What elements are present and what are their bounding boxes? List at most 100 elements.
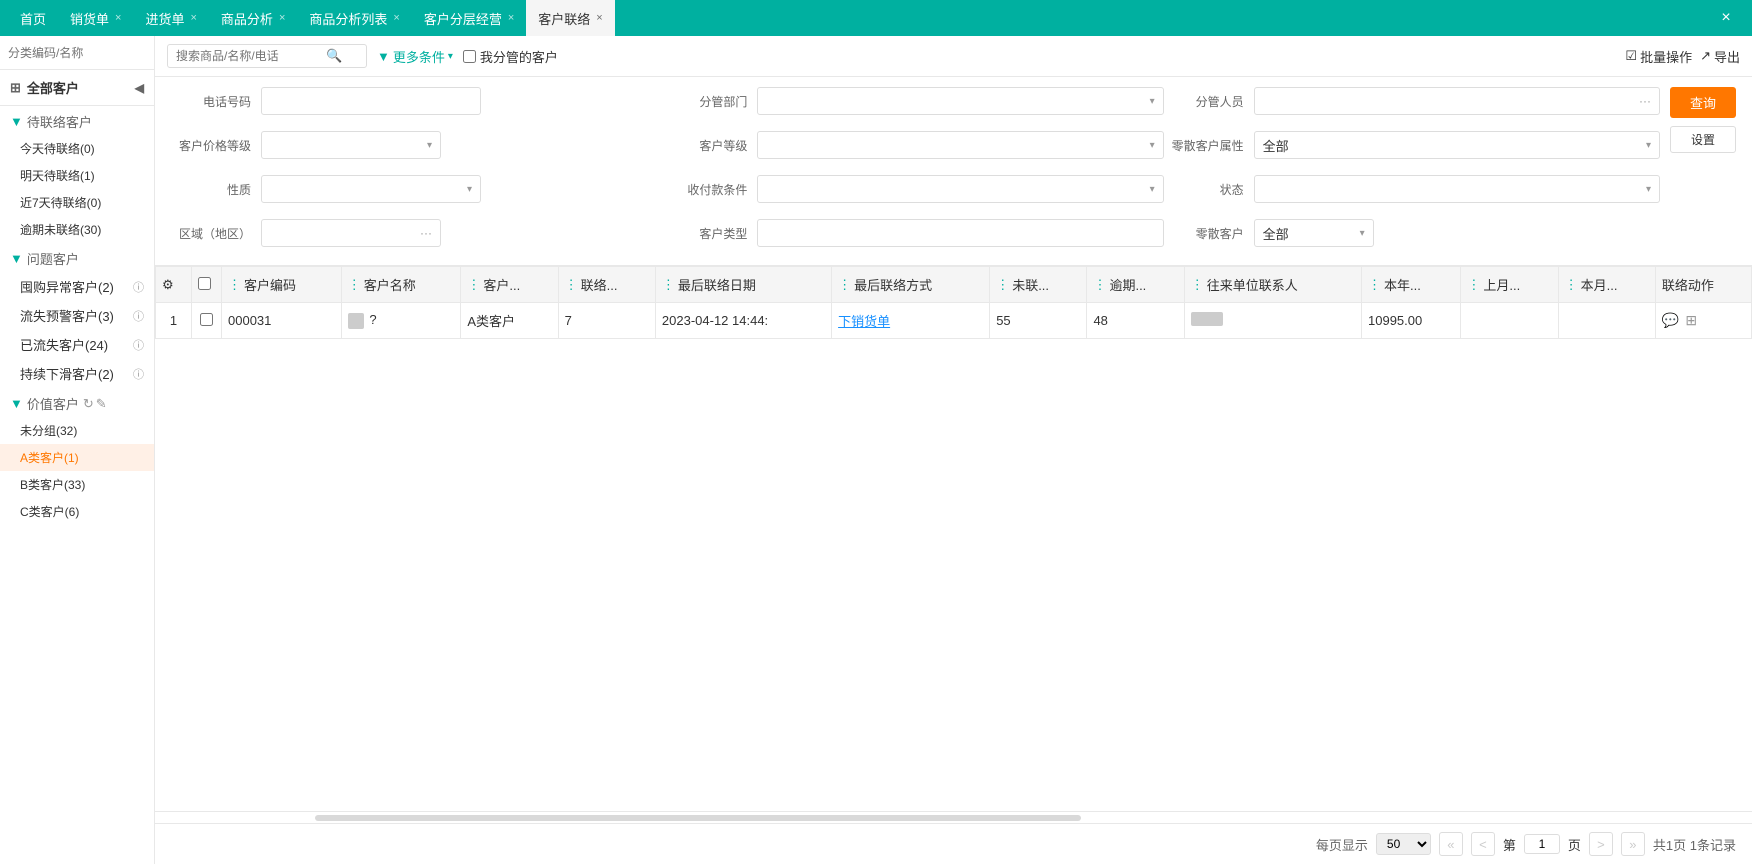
row-checkbox[interactable] <box>200 313 213 326</box>
filter-cell-phone: 电话号码 <box>171 87 667 115</box>
more-conditions-button[interactable]: ▼ 更多条件 ▾ <box>377 47 453 66</box>
nav-product-analysis-list[interactable]: 商品分析列表 × <box>297 0 411 36</box>
first-page-button[interactable]: « <box>1439 832 1463 856</box>
close-sales-order-icon[interactable]: × <box>115 12 121 24</box>
filter-row-3: 性质 ▾ 收付款条件 ▾ <box>171 175 1660 203</box>
th-contact[interactable]: ⋮ 联络... <box>558 267 655 303</box>
select-all-checkbox[interactable] <box>198 277 211 290</box>
sidebar-item-churned[interactable]: 已流失客户(24) ⓘ <box>0 330 154 359</box>
sidebar: 🔍 ⊞ 全部客户 ◀ ▼ 待联络客户 今天待联络(0) 明天待联络(1) 近7天… <box>0 36 155 864</box>
filter-input-retail[interactable]: 全部 ▾ <box>1254 219 1374 247</box>
last-page-button[interactable]: » <box>1621 832 1645 856</box>
filter-input-region[interactable]: ··· <box>261 219 441 247</box>
th-not-contacted[interactable]: ⋮ 未联... <box>990 267 1087 303</box>
search-box[interactable]: 🔍 <box>167 44 367 68</box>
filter-cell-customer-level: 客户等级 ▾ <box>667 131 1163 159</box>
prev-page-button[interactable]: < <box>1471 832 1495 856</box>
my-customers-checkbox[interactable]: 我分管的客户 <box>463 47 558 66</box>
search-input[interactable] <box>176 49 326 63</box>
sidebar-item-tomorrow[interactable]: 明天待联络(1) <box>0 162 154 189</box>
sidebar-item-ungrouped[interactable]: 未分组(32) <box>0 417 154 444</box>
sidebar-item-hoarding[interactable]: 囤购异常客户(2) ⓘ <box>0 272 154 301</box>
page-input[interactable] <box>1524 834 1560 854</box>
th-type[interactable]: ⋮ 客户... <box>461 267 558 303</box>
edit-icon[interactable]: ✎ <box>96 396 107 412</box>
sidebar-item-overdue[interactable]: 逾期未联络(30) <box>0 216 154 243</box>
query-button[interactable]: 查询 <box>1670 87 1736 118</box>
refresh-icon[interactable]: ↻ <box>83 396 94 412</box>
th-code[interactable]: ⋮ 客户编码 <box>222 267 342 303</box>
filter-input-price-level[interactable]: ▾ <box>261 131 441 159</box>
th-this-year[interactable]: ⋮ 本年... <box>1362 267 1461 303</box>
close-product-analysis-list-icon[interactable]: × <box>393 12 399 24</box>
nav-product-analysis[interactable]: 商品分析 × <box>209 0 297 36</box>
filter-input-payment[interactable]: ▾ <box>757 175 1163 203</box>
filter-input-phone[interactable] <box>261 87 481 115</box>
filter-label-customer-type: 客户类型 <box>667 225 757 242</box>
sidebar-item-today[interactable]: 今天待联络(0) <box>0 135 154 162</box>
th-last-month[interactable]: ⋮ 上月... <box>1461 267 1558 303</box>
scrollbar-container[interactable] <box>155 811 1752 823</box>
horizontal-scrollbar[interactable] <box>315 815 1081 821</box>
nav-customer-contact[interactable]: 客户联络 × <box>526 0 614 36</box>
page-size-select[interactable]: 50 20 100 <box>1376 833 1431 855</box>
th-contact-person[interactable]: ⋮ 往来单位联系人 <box>1184 267 1361 303</box>
th-overdue[interactable]: ⋮ 逾期... <box>1087 267 1184 303</box>
nav-home[interactable]: 首页 <box>8 0 58 36</box>
sort-icon-lm: ⋮ <box>1467 277 1480 293</box>
sidebar-item-class-a[interactable]: A类客户(1) <box>0 444 154 471</box>
close-product-analysis-icon[interactable]: × <box>279 12 285 24</box>
close-customer-contact-icon[interactable]: × <box>596 12 602 24</box>
chat-action-icon[interactable]: 💬 <box>1662 312 1679 329</box>
collapse-sidebar-icon[interactable]: ◀ <box>135 81 144 95</box>
nav-purchase-order[interactable]: 进货单 × <box>133 0 208 36</box>
filter-input-nature[interactable]: ▾ <box>261 175 481 203</box>
close-window-button[interactable]: × <box>1708 0 1744 36</box>
qr-action-icon[interactable]: ⊞ <box>1685 312 1697 329</box>
chevron-down-icon: ▾ <box>1150 96 1155 107</box>
close-purchase-order-icon[interactable]: × <box>190 12 196 24</box>
my-customers-check[interactable] <box>463 50 476 63</box>
th-settings[interactable]: ⚙ <box>156 267 192 303</box>
next-page-button[interactable]: > <box>1589 832 1613 856</box>
th-this-month[interactable]: ⋮ 本月... <box>1558 267 1655 303</box>
column-settings-icon[interactable]: ⚙ <box>162 277 174 292</box>
sidebar-item-class-b[interactable]: B类客户(33) <box>0 471 154 498</box>
last-method-link[interactable]: 下销货单 <box>838 314 890 329</box>
filter-input-person[interactable]: ··· <box>1254 87 1660 115</box>
sidebar-item-class-c[interactable]: C类客户(6) <box>0 498 154 525</box>
sidebar-item-7days[interactable]: 近7天待联络(0) <box>0 189 154 216</box>
sidebar-group-value: ▼ 价值客户 ↻ ✎ <box>0 388 154 417</box>
info-icon-2: ⓘ <box>133 308 144 324</box>
filter-label-payment: 收付款条件 <box>667 181 757 198</box>
filter-label-customer-level: 客户等级 <box>667 137 757 154</box>
sort-icon-method: ⋮ <box>838 277 851 293</box>
sidebar-item-declining[interactable]: 持续下滑客户(2) ⓘ <box>0 359 154 388</box>
settings-button[interactable]: 设置 <box>1670 126 1736 153</box>
filter-input-status[interactable]: ▾ <box>1254 175 1660 203</box>
filter-cell-status: 状态 ▾ <box>1164 175 1660 203</box>
th-last-method[interactable]: ⋮ 最后联络方式 <box>832 267 990 303</box>
filter-input-dept[interactable]: ▾ <box>757 87 1163 115</box>
sort-icon-nc: ⋮ <box>996 277 1009 293</box>
nav-sales-order[interactable]: 销货单 × <box>58 0 133 36</box>
sidebar-search-input[interactable] <box>8 46 155 60</box>
td-last-date: 2023-04-12 14:44: <box>655 303 831 339</box>
search-submit-icon[interactable]: 🔍 <box>326 48 342 64</box>
arrow-down-icon: ▼ <box>10 114 23 129</box>
td-last-method: 下销货单 <box>832 303 990 339</box>
sidebar-item-churn-warning[interactable]: 流失预警客户(3) ⓘ <box>0 301 154 330</box>
pagination: 每页显示 50 20 100 « < 第 页 > » 共1页 1条记录 <box>155 823 1752 864</box>
th-name[interactable]: ⋮ 客户名称 <box>341 267 461 303</box>
nav-customer-tier[interactable]: 客户分层经营 × <box>412 0 526 36</box>
filter-row-1: 电话号码 分管部门 ▾ 分管人员 <box>171 87 1660 115</box>
export-button[interactable]: ↗ 导出 <box>1700 47 1740 66</box>
filter-input-customer-type[interactable] <box>757 219 1163 247</box>
filter-input-retail-attr[interactable]: 全部 ▾ <box>1254 131 1660 159</box>
batch-operation-button[interactable]: ☑ 批量操作 <box>1625 47 1692 66</box>
filter-input-customer-level[interactable]: ▾ <box>757 131 1163 159</box>
close-customer-tier-icon[interactable]: × <box>508 12 514 24</box>
sidebar-all-customers[interactable]: ⊞ 全部客户 ◀ <box>0 70 154 106</box>
th-last-date[interactable]: ⋮ 最后联络日期 <box>655 267 831 303</box>
sort-icon-type: ⋮ <box>467 277 480 293</box>
